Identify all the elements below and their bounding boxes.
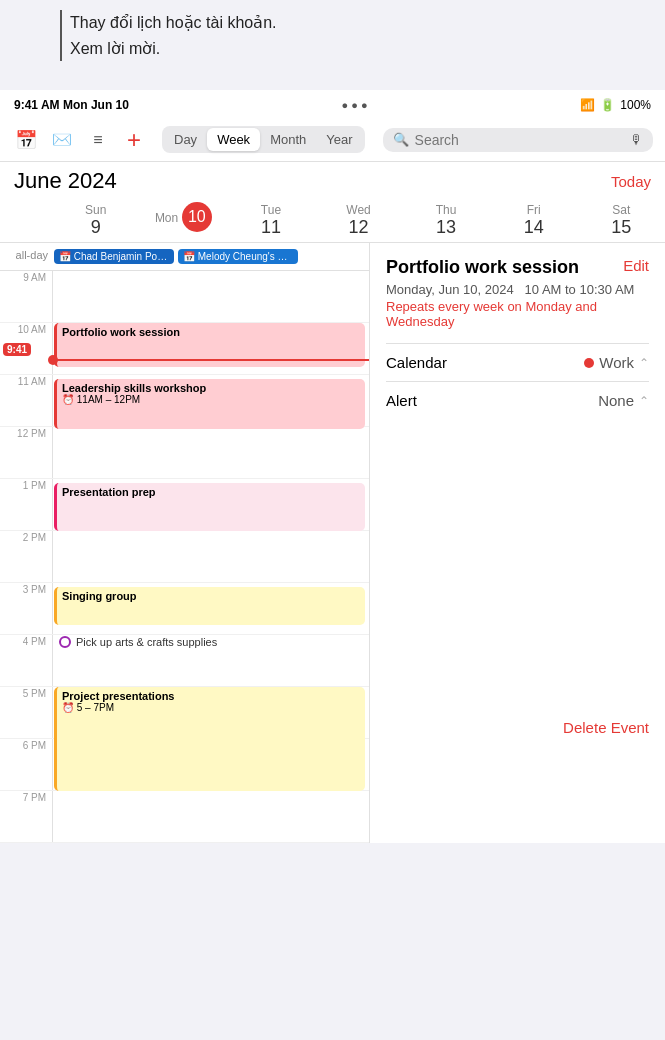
detail-calendar-label: Calendar [386,354,447,371]
time-row-2pm: 2 PM [0,531,369,583]
add-icon[interactable]: + [120,126,148,154]
detail-alert-row: Alert None ⌃ [386,381,649,419]
allday-label: all-day [0,243,52,270]
day-col-tue[interactable]: Tue 11 [227,198,315,242]
status-right: 📶 🔋 100% [580,98,651,112]
day-col-sat[interactable]: Sat 15 [577,198,665,242]
time-gutter-header [0,198,52,242]
alert-chevron-icon: ⌃ [639,394,649,408]
detail-pane: Portfolio work session Edit Monday, Jun … [370,243,665,843]
current-time-line [53,359,369,361]
day-headers: Sun 9 Mon 10 Tue 11 Wed 12 Thu 13 Fri 14… [0,198,665,243]
annotation-area: Thay đổi lịch hoặc tài khoản. Xem lời mờ… [60,10,277,61]
detail-title: Portfolio work session [386,257,615,278]
month-title: June 2024 [14,168,117,194]
time-row-7pm: 7 PM [0,791,369,843]
delete-event-button[interactable]: Delete Event [563,719,649,736]
allday-row: all-day 📅 Chad Benjamin Pott... 📅 Melody… [0,243,369,271]
status-time: 9:41 AM Mon Jun 10 [14,98,129,112]
allday-events: 📅 Chad Benjamin Pott... 📅 Melody Cheung'… [52,243,369,270]
day-col-mon[interactable]: Mon 10 [140,198,228,242]
detail-header: Portfolio work session Edit [386,257,649,278]
toolbar-icons: 📅 ✉️ ≡ + [12,126,148,154]
current-time-dot [48,355,58,365]
current-time-badge: 9:41 [3,343,31,356]
view-year[interactable]: Year [316,128,362,151]
day-col-thu[interactable]: Thu 13 [402,198,490,242]
view-switcher: Day Week Month Year [162,126,365,153]
month-header: June 2024 Today [0,162,665,198]
calendar-chevron-icon: ⌃ [639,356,649,370]
calendar-icon[interactable]: 📅 [12,126,40,154]
day-col-fri[interactable]: Fri 14 [490,198,578,242]
calendar-color-dot [584,358,594,368]
day-col-wed[interactable]: Wed 12 [315,198,403,242]
event-project[interactable]: Project presentations ⏰ 5 – 7PM [54,687,365,791]
detail-calendar-row: Calendar Work ⌃ [386,343,649,381]
search-input[interactable] [415,132,624,148]
annotation-line1: Thay đổi lịch hoặc tài khoản. [70,10,277,36]
event-pickup[interactable]: Pick up arts & crafts supplies [54,629,365,655]
search-icon: 🔍 [393,132,409,147]
annotation-line2: Xem lời mời. [70,36,277,62]
detail-date: Monday, Jun 10, 2024 10 AM to 10:30 AM [386,282,649,297]
time-row-12pm: 12 PM [0,427,369,479]
mic-icon[interactable]: 🎙 [630,132,643,147]
detail-alert-value[interactable]: None ⌃ [598,392,649,409]
edit-button[interactable]: Edit [623,257,649,274]
list-icon[interactable]: ≡ [84,126,112,154]
day-col-sun[interactable]: Sun 9 [52,198,140,242]
inbox-icon[interactable]: ✉️ [48,126,76,154]
status-dots: ● ● ● [342,99,368,111]
event-presentation[interactable]: Presentation prep [54,483,365,531]
wifi-icon: 📶 [580,98,595,112]
main-content: all-day 📅 Chad Benjamin Pott... 📅 Melody… [0,243,665,843]
toolbar: 📅 ✉️ ≡ + Day Week Month Year 🔍 🎙 [0,118,665,162]
detail-calendar-value[interactable]: Work ⌃ [584,354,649,371]
detail-repeat: Repeats every week on Monday and Wednesd… [386,299,649,329]
allday-event-melody[interactable]: 📅 Melody Cheung's Bi... [178,249,298,264]
allday-event-chad[interactable]: 📅 Chad Benjamin Pott... [54,249,174,264]
calendar-pane: all-day 📅 Chad Benjamin Pott... 📅 Melody… [0,243,370,843]
event-leadership[interactable]: Leadership skills workshop ⏰ 11AM – 12PM [54,379,365,429]
view-day[interactable]: Day [164,128,207,151]
view-week[interactable]: Week [207,128,260,151]
time-grid: 9 AM 10 AM 9:41 11 AM 12 PM [0,271,369,843]
today-button[interactable]: Today [611,173,651,190]
status-bar: 9:41 AM Mon Jun 10 ● ● ● 📶 🔋 100% [0,90,665,118]
time-row-9am: 9 AM [0,271,369,323]
task-circle-icon [59,636,71,648]
delete-button-area: Delete Event [386,719,649,736]
battery-icon: 🔋 [600,98,615,112]
search-box[interactable]: 🔍 🎙 [383,128,653,152]
event-singing[interactable]: Singing group [54,587,365,625]
detail-alert-label: Alert [386,392,417,409]
view-month[interactable]: Month [260,128,316,151]
